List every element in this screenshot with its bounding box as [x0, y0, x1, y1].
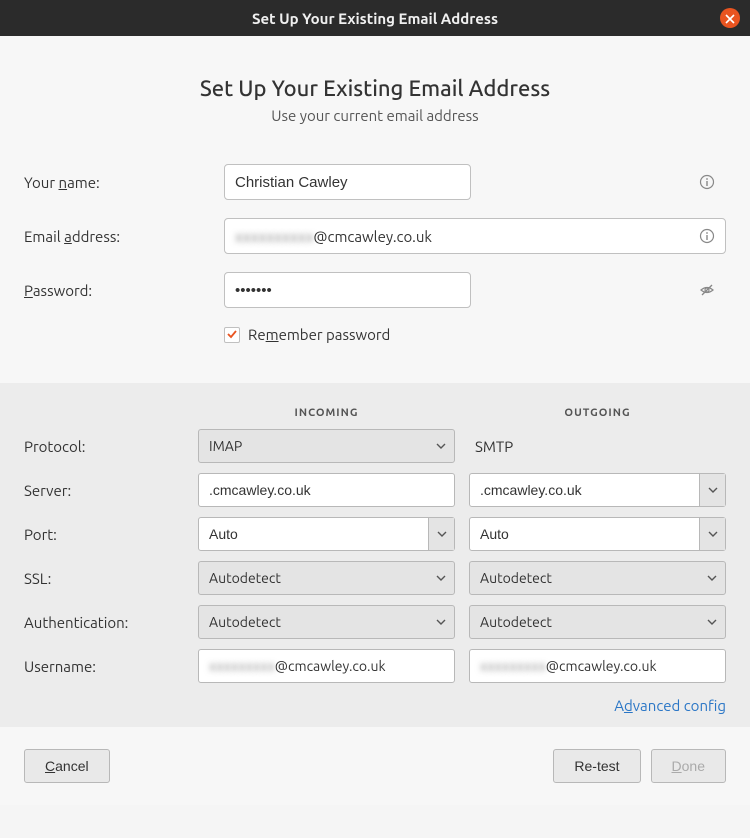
close-icon: [725, 10, 735, 27]
advanced-config-link[interactable]: Advanced config: [614, 697, 726, 714]
footer-right: Re-test Done: [553, 749, 726, 783]
auth-in-select[interactable]: Autodetect: [198, 605, 455, 639]
server-out-combo[interactable]: [469, 473, 726, 507]
window-titlebar: Set Up Your Existing Email Address: [0, 0, 750, 36]
port-out-combo[interactable]: [469, 517, 726, 551]
outgoing-header: OUTGOING: [469, 407, 726, 419]
chevron-down-icon: [707, 614, 717, 630]
chevron-down-icon: [708, 482, 718, 498]
page-subhead: Use your current email address: [24, 107, 726, 124]
chevron-down-icon: [707, 570, 717, 586]
port-out-input[interactable]: [470, 518, 699, 550]
incoming-header: INCOMING: [198, 407, 455, 419]
server-grid: INCOMING OUTGOING Protocol: IMAP SMTP Se…: [24, 407, 726, 683]
name-row: Your name:: [24, 164, 726, 200]
port-out-dropdown[interactable]: [699, 518, 725, 550]
remember-label: Remember password: [248, 326, 390, 343]
protocol-in-select[interactable]: IMAP: [198, 429, 455, 463]
port-in-input[interactable]: [199, 518, 428, 550]
ssl-label: SSL:: [24, 570, 184, 587]
password-input[interactable]: [224, 272, 471, 308]
email-label: Email address:: [24, 228, 224, 245]
ssl-out-select[interactable]: Autodetect: [469, 561, 726, 595]
chevron-down-icon: [437, 526, 447, 542]
port-label: Port:: [24, 526, 184, 543]
name-label: Your name:: [24, 174, 224, 191]
password-row: Password:: [24, 272, 726, 308]
protocol-out-text: SMTP: [469, 438, 726, 455]
auth-out-select[interactable]: Autodetect: [469, 605, 726, 639]
email-input-wrap: xxxxxxxxxx@cmcawley.co.uk: [224, 218, 726, 254]
info-icon: [698, 173, 716, 191]
window-title: Set Up Your Existing Email Address: [252, 10, 498, 27]
password-input-wrap: [224, 272, 726, 308]
remember-checkbox[interactable]: [224, 327, 240, 343]
server-panel: INCOMING OUTGOING Protocol: IMAP SMTP Se…: [0, 383, 750, 727]
server-out-input[interactable]: [470, 474, 699, 506]
username-label: Username:: [24, 658, 184, 675]
server-in-input[interactable]: [198, 473, 455, 507]
info-icon: [698, 227, 716, 245]
chevron-down-icon: [436, 570, 446, 586]
username-in-input[interactable]: xxxxxxxxx@cmcawley.co.uk: [198, 649, 455, 683]
email-input[interactable]: xxxxxxxxxx@cmcawley.co.uk: [224, 218, 726, 254]
password-label: Password:: [24, 282, 224, 299]
page-headline: Set Up Your Existing Email Address: [24, 76, 726, 101]
footer-panel: Cancel Re-test Done: [0, 727, 750, 805]
chevron-down-icon: [436, 438, 446, 454]
server-out-dropdown[interactable]: [699, 474, 725, 506]
eye-off-icon[interactable]: [698, 281, 716, 299]
server-label: Server:: [24, 482, 184, 499]
remember-row: Remember password: [224, 326, 726, 343]
upper-panel: Set Up Your Existing Email Address Use y…: [0, 36, 750, 383]
name-input-wrap: [224, 164, 726, 200]
email-row: Email address: xxxxxxxxxx@cmcawley.co.uk: [24, 218, 726, 254]
port-in-combo[interactable]: [198, 517, 455, 551]
check-icon: [226, 326, 238, 344]
close-button[interactable]: [720, 8, 740, 28]
chevron-down-icon: [436, 614, 446, 630]
auth-label: Authentication:: [24, 614, 184, 631]
protocol-label: Protocol:: [24, 438, 184, 455]
retest-button[interactable]: Re-test: [553, 749, 640, 783]
cancel-button[interactable]: Cancel: [24, 749, 110, 783]
done-button[interactable]: Done: [651, 749, 726, 783]
ssl-in-select[interactable]: Autodetect: [198, 561, 455, 595]
port-in-dropdown[interactable]: [428, 518, 454, 550]
username-out-input[interactable]: xxxxxxxxx@cmcawley.co.uk: [469, 649, 726, 683]
advanced-config-row: Advanced config: [24, 697, 726, 715]
name-input[interactable]: [224, 164, 471, 200]
chevron-down-icon: [708, 526, 718, 542]
